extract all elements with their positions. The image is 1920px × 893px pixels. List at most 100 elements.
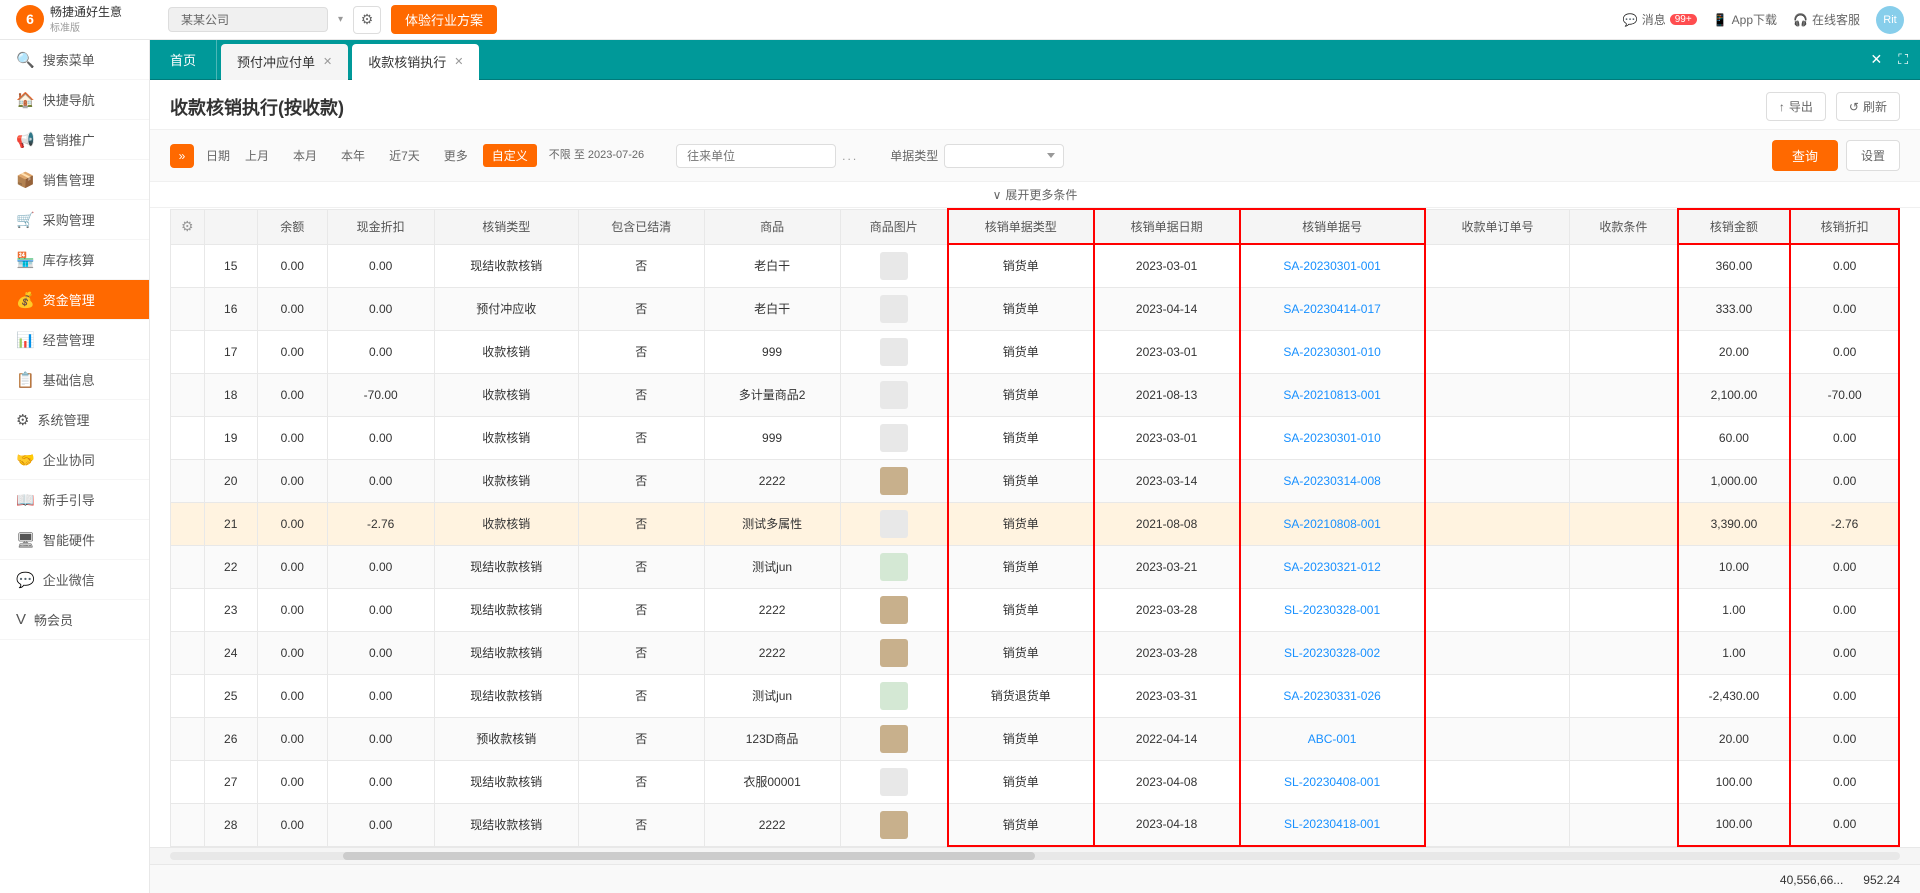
cell-payment-terms [1570,459,1678,502]
sidebar-item-quicknav[interactable]: 🏠 快捷导航 [0,80,149,120]
tab-prepayment-close[interactable]: ✕ [323,55,332,68]
cell-bill-date: 2023-04-18 [1094,803,1240,846]
cell-include-settled: 否 [578,803,704,846]
cell-bill-date: 2023-03-01 [1094,330,1240,373]
trial-button[interactable]: 体验行业方案 [391,5,497,34]
date-last-7-days[interactable]: 近7天 [380,144,429,167]
bill-no-link[interactable]: ABC-001 [1308,732,1357,746]
bill-no-link[interactable]: SA-20210813-001 [1283,388,1380,402]
col-header-settings[interactable]: ⚙ [171,209,205,244]
cell-receipt-order [1425,760,1570,803]
cell-writeoff-amount: 1.00 [1678,588,1791,631]
sidebar-label-system: 系统管理 [37,410,89,429]
app-download[interactable]: 📱 App下载 [1713,11,1777,28]
message-badge[interactable]: 💬 消息 99+ [1623,11,1697,28]
cell-include-settled: 否 [578,588,704,631]
date-custom[interactable]: 自定义 [483,144,537,167]
cell-seq: 20 [204,459,257,502]
bill-no-link[interactable]: SL-20230418-001 [1284,817,1380,831]
online-service[interactable]: 🎧 在线客服 [1793,11,1860,28]
cell-writeoff-type: 收款核销 [434,330,578,373]
date-this-month[interactable]: 本月 [284,144,326,167]
filter-toggle-button[interactable]: » [170,144,194,168]
sidebar-item-finance[interactable]: 💰 资金管理 [0,280,149,320]
refresh-button[interactable]: ↺ 刷新 [1836,92,1900,121]
scroll-thumb[interactable] [343,852,1035,860]
tab-prepayment[interactable]: 预付冲应付单 ✕ [221,44,348,80]
sidebar-item-member[interactable]: V 畅会员 [0,600,149,640]
bill-no-link[interactable]: SL-20230408-001 [1284,775,1380,789]
sidebar-item-purchase[interactable]: 🛒 采购管理 [0,200,149,240]
scroll-track[interactable] [170,852,1900,860]
cell-receipt-order [1425,330,1570,373]
settings-button[interactable]: ⚙ [353,6,381,34]
sidebar-label-hardware: 智能硬件 [43,530,95,549]
bill-no-link[interactable]: SA-20230331-026 [1283,689,1380,703]
col-header-bill-no: 核销单据号 [1240,209,1425,244]
cell-cash-discount: 0.00 [327,416,434,459]
cell-payment-terms [1570,416,1678,459]
col-header-writeoff-amount: 核销金额 [1678,209,1791,244]
partner-input[interactable] [676,144,836,168]
cell-product: 老白干 [704,287,840,330]
bill-no-link[interactable]: SL-20230328-002 [1284,646,1380,660]
table-scrollbar[interactable] [150,847,1920,864]
col-header-product-img: 商品图片 [840,209,948,244]
cell-bill-type: 销货单 [948,244,1094,287]
user-avatar[interactable]: Rit [1876,6,1904,34]
search-icon: 🔍 [16,51,35,69]
export-button[interactable]: ↑ 导出 [1766,92,1826,121]
bill-no-link[interactable]: SA-20230301-001 [1283,259,1380,273]
close-window-button[interactable]: ✕ [1866,47,1886,72]
filter-action-group: 查询 设置 [1772,140,1900,171]
cell-product: 老白干 [704,244,840,287]
bill-no-link[interactable]: SA-20210808-001 [1283,517,1380,531]
date-more[interactable]: 更多 [435,144,477,167]
query-button[interactable]: 查询 [1772,140,1838,171]
bill-type-select[interactable] [944,144,1064,168]
cell-receipt-order [1425,717,1570,760]
tab-home[interactable]: 首页 [150,40,217,80]
col-header-writeoff-discount: 核销折扣 [1790,209,1899,244]
sidebar-item-inventory[interactable]: 🏪 库存核算 [0,240,149,280]
cell-payment-terms [1570,330,1678,373]
cell-balance: 0.00 [257,631,327,674]
bill-no-link[interactable]: SA-20230321-012 [1283,560,1380,574]
guide-icon: 📖 [16,491,35,509]
partner-dots[interactable]: ... [842,149,858,163]
expand-more-button[interactable]: ∨ 展开更多条件 [993,186,1078,203]
sidebar-item-operations[interactable]: 📊 经营管理 [0,320,149,360]
cell-bill-date: 2022-04-14 [1094,717,1240,760]
column-settings-icon[interactable]: ⚙ [181,218,194,235]
cell-product-img [840,459,948,502]
bill-no-link[interactable]: SL-20230328-001 [1284,603,1380,617]
filter-settings-button[interactable]: 设置 [1846,140,1900,171]
dropdown-icon[interactable]: ▾ [338,14,343,25]
sidebar-item-basics[interactable]: 📋 基础信息 [0,360,149,400]
expand-window-button[interactable]: ⛶ [1894,47,1912,72]
sidebar-item-wechat[interactable]: 💬 企业微信 [0,560,149,600]
sidebar-item-hardware[interactable]: 🖥 智能硬件 [0,520,149,560]
date-last-month[interactable]: 上月 [236,144,278,167]
date-this-year[interactable]: 本年 [332,144,374,167]
bill-no-link[interactable]: SA-20230301-010 [1283,431,1380,445]
cell-bill-no: SA-20230314-008 [1240,459,1425,502]
sidebar-item-marketing[interactable]: 📢 营销推广 [0,120,149,160]
cell-writeoff-discount: 0.00 [1790,588,1899,631]
sidebar-item-system[interactable]: ⚙ 系统管理 [0,400,149,440]
bill-no-link[interactable]: SA-20230414-017 [1283,302,1380,316]
bill-type-label: 单据类型 [890,147,938,164]
bill-no-link[interactable]: SA-20230301-010 [1283,345,1380,359]
cell-product: 2222 [704,459,840,502]
company-name[interactable]: 某某公司 [168,7,328,32]
sidebar-item-collab[interactable]: 🤝 企业协同 [0,440,149,480]
bill-no-link[interactable]: SA-20230314-008 [1283,474,1380,488]
tab-writeoff[interactable]: 收款核销执行 ✕ [352,44,479,80]
sidebar-item-sales[interactable]: 📦 销售管理 [0,160,149,200]
sidebar-item-guide[interactable]: 📖 新手引导 [0,480,149,520]
cell-receipt-order [1425,803,1570,846]
cell-writeoff-amount: 20.00 [1678,717,1791,760]
tab-writeoff-close[interactable]: ✕ [454,55,463,68]
sidebar-item-search[interactable]: 🔍 搜索菜单 [0,40,149,80]
cell-bill-type: 销货单 [948,545,1094,588]
